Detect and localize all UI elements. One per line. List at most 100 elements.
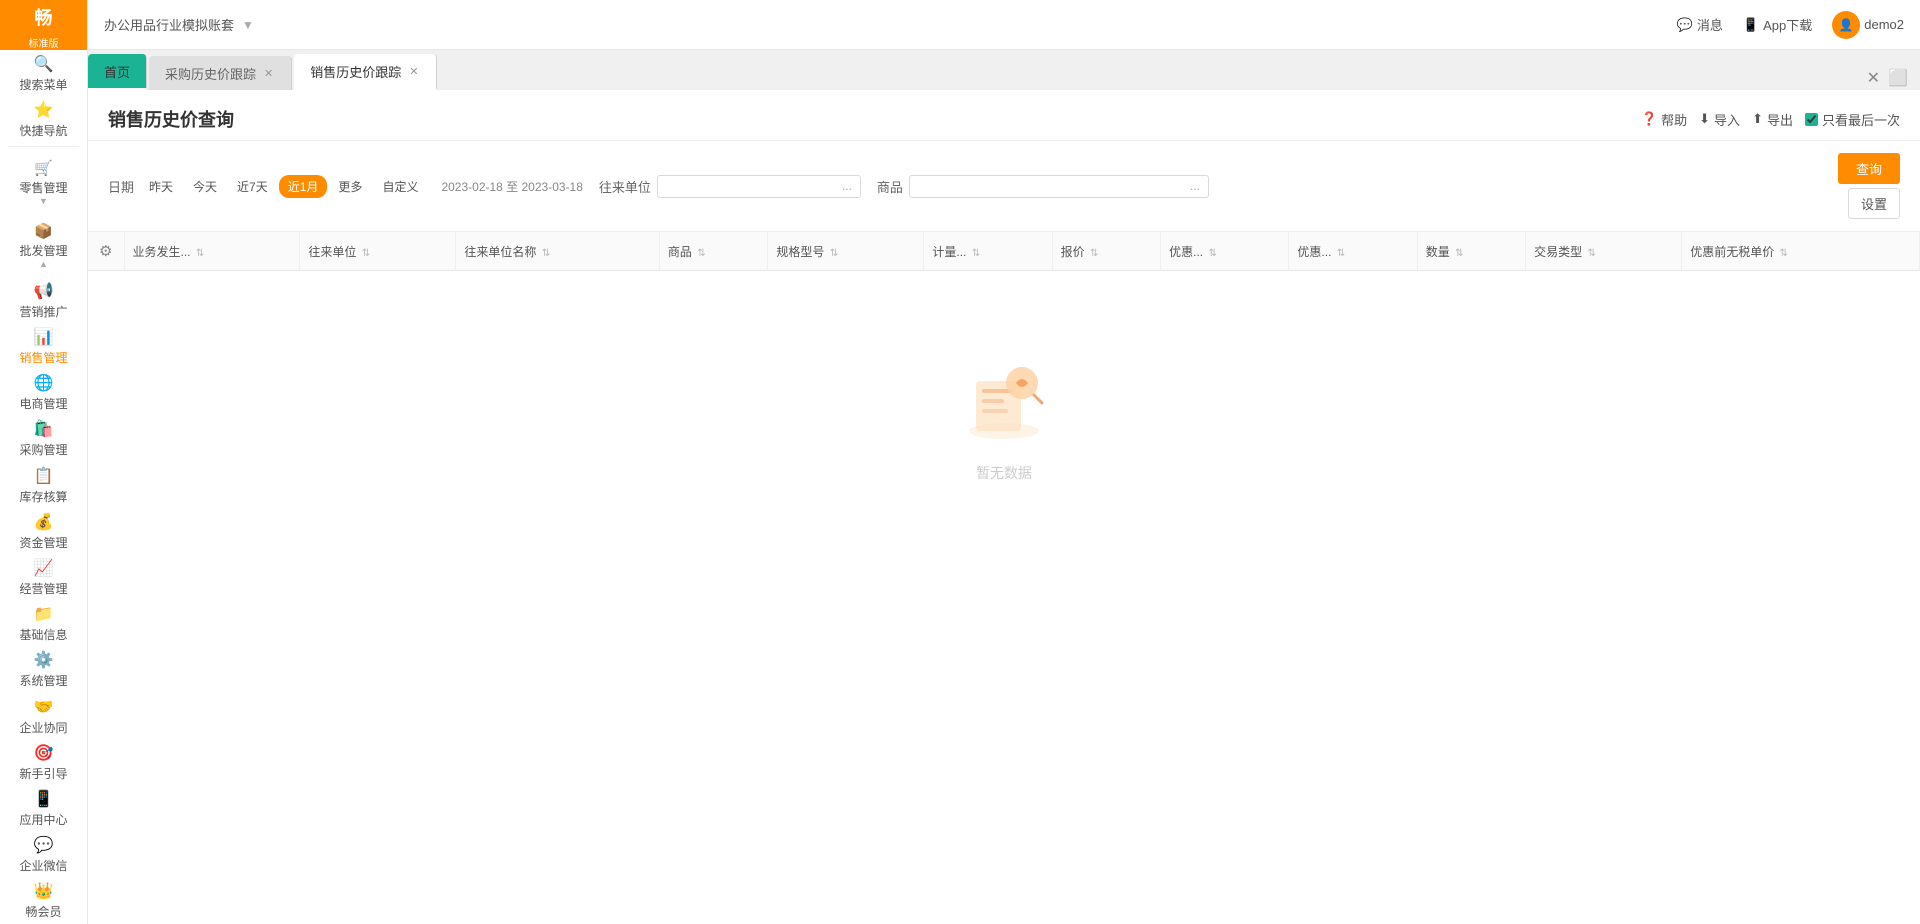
- sidebar-item-label: 基础信息: [19, 626, 67, 643]
- only-last-checkbox-wrap[interactable]: 只看最后一次: [1805, 110, 1900, 129]
- sidebar-item-guide[interactable]: 🎯 新手引导: [0, 739, 87, 785]
- date-btn-7days[interactable]: 近7天: [228, 175, 277, 198]
- finance-icon: 💰: [34, 512, 54, 532]
- th-product[interactable]: 商品 ⇅: [659, 232, 767, 271]
- sidebar-item-system[interactable]: ⚙️ 系统管理: [0, 647, 87, 693]
- purchase-icon: 🛍️: [34, 419, 54, 439]
- import-button[interactable]: ⬇ 导入: [1699, 110, 1740, 129]
- sidebar-item-quick-nav[interactable]: ⭐ 快捷导航: [0, 96, 87, 142]
- th-qty-label: 数量: [1426, 245, 1450, 259]
- sidebar-item-operations[interactable]: 📈 经营管理: [0, 554, 87, 600]
- th-discount2[interactable]: 优惠... ⇅: [1289, 232, 1417, 271]
- tab-home[interactable]: 首页: [88, 54, 147, 90]
- th-trade-type[interactable]: 交易类型 ⇅: [1526, 232, 1682, 271]
- help-label: 帮助: [1661, 110, 1687, 129]
- th-product-label: 商品: [668, 245, 692, 259]
- th-unit[interactable]: 计量... ⇅: [924, 232, 1052, 271]
- app-download-button[interactable]: 📱 App下载: [1743, 15, 1812, 34]
- sidebar-item-inventory[interactable]: 📋 库存核算: [0, 462, 87, 508]
- page-content: 销售历史价查询 ❓ 帮助 ⬇ 导入 ⬆ 导出 只看最后一次: [88, 90, 1920, 924]
- app-logo[interactable]: 畅 标准版: [0, 0, 87, 50]
- retail-icon: 🛒: [34, 159, 53, 177]
- tab-sales-history-label: 销售历史价跟踪: [310, 62, 401, 81]
- sidebar-item-member[interactable]: 👑 畅会员: [0, 878, 87, 924]
- th-partner-name[interactable]: 往来单位名称 ⇅: [456, 232, 660, 271]
- product-input-wrap[interactable]: ...: [909, 175, 1209, 198]
- th-price[interactable]: 报价 ⇅: [1052, 232, 1160, 271]
- tab-close-action[interactable]: ✕: [1867, 68, 1880, 88]
- date-range-display: 2023-02-18 至 2023-03-18: [441, 178, 582, 195]
- query-button[interactable]: 查询: [1838, 153, 1900, 184]
- sidebar-item-search[interactable]: 🔍 搜索菜单: [0, 50, 87, 96]
- sidebar-item-wholesale[interactable]: 📦 批发管理 ▲: [0, 214, 87, 277]
- sidebar-item-label: 搜索菜单: [19, 76, 67, 93]
- th-partner-name-label: 往来单位名称: [464, 245, 536, 259]
- user-profile[interactable]: 👤 demo2: [1832, 11, 1904, 39]
- settings-button[interactable]: 设置: [1848, 188, 1900, 219]
- sidebar-item-label: 销售管理: [19, 349, 67, 366]
- th-biz-date[interactable]: 业务发生... ⇅: [124, 232, 300, 271]
- avatar: 👤: [1832, 11, 1860, 39]
- th-discount1[interactable]: 优惠... ⇅: [1161, 232, 1289, 271]
- th-price-label: 报价: [1061, 245, 1085, 259]
- topbar-dropdown-icon[interactable]: ▼: [242, 18, 254, 32]
- sidebar-item-finance[interactable]: 💰 资金管理: [0, 508, 87, 554]
- sidebar-item-purchase[interactable]: 🛍️ 采购管理: [0, 416, 87, 462]
- help-button[interactable]: ❓ 帮助: [1641, 110, 1687, 129]
- sidebar-item-marketing[interactable]: 📢 营销推广: [0, 277, 87, 323]
- partner-filter-label: 往来单位: [599, 177, 651, 196]
- sort-arrows-biz-date: ⇅: [196, 248, 204, 259]
- tab-purchase-history-close[interactable]: ✕: [262, 67, 275, 80]
- tab-home-label: 首页: [104, 62, 130, 81]
- product-input-dots[interactable]: ...: [1190, 179, 1200, 193]
- action-buttons: 查询 设置: [1838, 153, 1900, 219]
- sidebar-item-basic-info[interactable]: 📁 基础信息: [0, 601, 87, 647]
- only-last-checkbox[interactable]: [1805, 113, 1818, 126]
- sort-arrows-price: ⇅: [1090, 248, 1098, 259]
- sort-arrows-trade-type: ⇅: [1588, 248, 1596, 259]
- filter-bar: 日期 昨天 今天 近7天 近1月 更多 自定义 2023-02-18 至 202…: [88, 141, 1920, 232]
- date-filter-group: 日期 昨天 今天 近7天 近1月 更多 自定义 2023-02-18 至 202…: [108, 175, 583, 198]
- th-partner-code-label: 往来单位: [308, 245, 356, 259]
- date-btn-1month[interactable]: 近1月: [279, 175, 328, 198]
- sidebar: 畅 标准版 🔍 搜索菜单 ⭐ 快捷导航 🛒 零售管理 ▼ 📦 批发管理 ▲ 📢 …: [0, 0, 88, 924]
- tab-purchase-history[interactable]: 采购历史价跟踪 ✕: [149, 56, 292, 90]
- th-trade-type-label: 交易类型: [1534, 245, 1582, 259]
- product-input[interactable]: [918, 179, 1190, 194]
- sidebar-item-sales-mgmt[interactable]: 📊 销售管理: [0, 323, 87, 369]
- th-biz-date-label: 业务发生...: [133, 245, 191, 259]
- th-discount1-label: 优惠...: [1169, 245, 1203, 259]
- partner-input-dots[interactable]: ...: [842, 179, 852, 193]
- tab-sales-history[interactable]: 销售历史价跟踪 ✕: [294, 54, 437, 90]
- partner-input-wrap[interactable]: ...: [657, 175, 861, 198]
- sidebar-item-enterprise-wx[interactable]: 💬 企业微信: [0, 832, 87, 878]
- page-title: 销售历史价查询: [108, 106, 234, 132]
- sidebar-item-label: 资金管理: [19, 534, 67, 551]
- message-button[interactable]: 💬 消息: [1677, 15, 1723, 34]
- sidebar-item-label: 畅会员: [25, 903, 61, 920]
- date-btn-yesterday[interactable]: 昨天: [140, 175, 182, 198]
- page-actions: ❓ 帮助 ⬇ 导入 ⬆ 导出 只看最后一次: [1641, 110, 1900, 129]
- th-price-notax[interactable]: 优惠前无税单价 ⇅: [1682, 232, 1920, 271]
- th-qty[interactable]: 数量 ⇅: [1417, 232, 1525, 271]
- th-spec[interactable]: 规格型号 ⇅: [768, 232, 924, 271]
- partner-input[interactable]: [666, 179, 842, 194]
- th-partner-code[interactable]: 往来单位 ⇅: [300, 232, 456, 271]
- date-btn-more[interactable]: 更多: [329, 175, 371, 198]
- empty-state: 暂无数据: [88, 271, 1920, 563]
- only-last-label: 只看最后一次: [1822, 110, 1900, 129]
- sidebar-item-app-center[interactable]: 📱 应用中心: [0, 785, 87, 831]
- topbar: 办公用品行业模拟账套 ▼ 💬 消息 📱 App下载 👤 demo2: [88, 0, 1920, 50]
- tab-maximize-action[interactable]: ⬜: [1888, 68, 1908, 88]
- sidebar-item-ecommerce[interactable]: 🌐 电商管理: [0, 369, 87, 415]
- date-btn-custom[interactable]: 自定义: [373, 175, 427, 198]
- export-button[interactable]: ⬆ 导出: [1752, 110, 1793, 129]
- tab-sales-history-close[interactable]: ✕: [407, 65, 420, 78]
- sort-arrows-partner-code: ⇅: [362, 248, 370, 259]
- gear-icon[interactable]: ⚙: [96, 242, 116, 260]
- date-btn-today[interactable]: 今天: [184, 175, 226, 198]
- search-icon: 🔍: [34, 54, 54, 74]
- sidebar-item-enterprise[interactable]: 🤝 企业协同: [0, 693, 87, 739]
- sidebar-item-label: 营销推广: [19, 303, 67, 320]
- sidebar-item-retail[interactable]: 🛒 零售管理 ▼: [0, 151, 87, 214]
